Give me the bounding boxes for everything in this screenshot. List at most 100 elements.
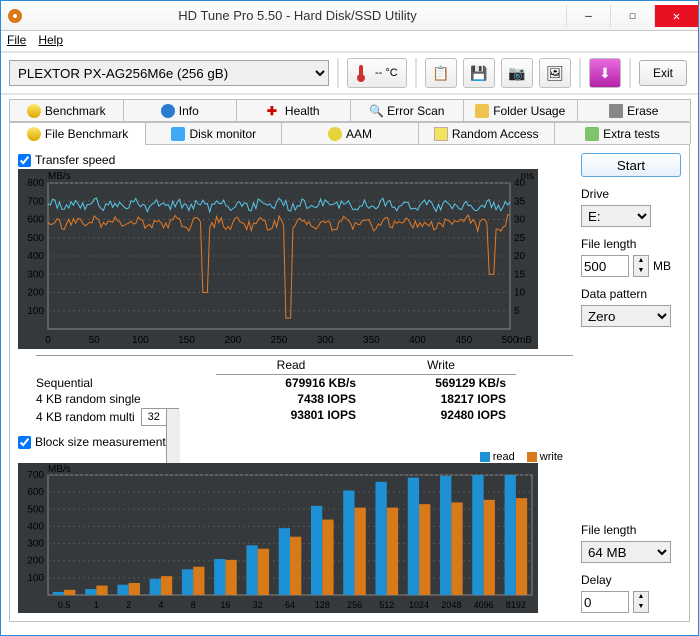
tab-file-benchmark[interactable]: File Benchmark bbox=[9, 122, 146, 144]
app-icon bbox=[7, 8, 23, 24]
svg-text:4: 4 bbox=[158, 600, 163, 610]
exit-button[interactable]: Exit bbox=[639, 60, 687, 86]
svg-text:500: 500 bbox=[27, 504, 44, 515]
tab-erase[interactable]: Erase bbox=[577, 99, 692, 121]
screenshot-button[interactable]: 📷 bbox=[501, 58, 533, 88]
multi-spinner[interactable]: ▲▼ bbox=[141, 408, 179, 426]
svg-text:0.5: 0.5 bbox=[58, 600, 71, 610]
results-row: Sequential679916 KB/s569129 KB/s bbox=[36, 375, 573, 391]
file-length2-label: File length bbox=[581, 523, 681, 537]
minimize-button[interactable] bbox=[566, 5, 610, 27]
maximize-button[interactable] bbox=[610, 5, 654, 27]
results-write-value: 18217 IOPS bbox=[366, 391, 516, 407]
drive-select[interactable]: E: bbox=[581, 205, 651, 227]
separator bbox=[629, 58, 631, 88]
tab-folder-usage[interactable]: Folder Usage bbox=[463, 99, 578, 121]
file-length-unit: MB bbox=[653, 259, 671, 273]
svg-text:450: 450 bbox=[455, 335, 472, 346]
svg-text:2048: 2048 bbox=[441, 600, 461, 610]
device-select[interactable]: PLEXTOR PX-AG256M6e (256 gB) bbox=[9, 60, 329, 86]
transfer-speed-chart: 1002003004005006007008005101520253035400… bbox=[18, 169, 573, 349]
file-length2-select[interactable]: 64 MB bbox=[581, 541, 671, 563]
svg-text:0: 0 bbox=[45, 335, 51, 346]
svg-text:400: 400 bbox=[27, 251, 44, 262]
menu-help[interactable]: Help bbox=[38, 33, 63, 49]
tab-disk-monitor[interactable]: Disk monitor bbox=[145, 122, 282, 144]
temperature-button[interactable]: -- °C bbox=[347, 58, 407, 88]
tab-content: Transfer speed 1002003004005006007008005… bbox=[9, 145, 690, 622]
options-button[interactable]: ⬇ bbox=[589, 58, 621, 88]
header-write: Write bbox=[366, 356, 516, 375]
svg-text:MB/s: MB/s bbox=[48, 464, 71, 475]
svg-text:400: 400 bbox=[409, 335, 426, 346]
close-button[interactable] bbox=[654, 5, 698, 27]
tabs-row-1: Benchmark Info ✚Health 🔍Error Scan Folde… bbox=[9, 99, 690, 122]
window-title: HD Tune Pro 5.50 - Hard Disk/SSD Utility bbox=[29, 8, 566, 23]
svg-text:512: 512 bbox=[379, 600, 394, 610]
svg-text:1: 1 bbox=[94, 600, 99, 610]
results-row: 4 KB random single7438 IOPS18217 IOPS bbox=[36, 391, 573, 407]
down-arrow-icon: ⬇ bbox=[599, 65, 611, 82]
separator bbox=[337, 58, 339, 88]
start-button[interactable]: Start bbox=[581, 153, 681, 177]
save-info-button[interactable]: 💾 bbox=[463, 58, 495, 88]
multi-value-input[interactable] bbox=[142, 409, 166, 425]
copy-info-button[interactable]: 📋 bbox=[425, 58, 457, 88]
svg-text:400: 400 bbox=[27, 521, 44, 532]
svg-text:128: 128 bbox=[315, 600, 330, 610]
svg-text:200: 200 bbox=[27, 556, 44, 567]
extra-icon bbox=[585, 127, 599, 141]
separator bbox=[579, 58, 581, 88]
tab-aam[interactable]: AAM bbox=[281, 122, 418, 144]
tab-extra-tests[interactable]: Extra tests bbox=[554, 122, 691, 144]
transfer-speed-check[interactable] bbox=[18, 154, 31, 167]
svg-text:5: 5 bbox=[514, 306, 520, 317]
tab-info[interactable]: Info bbox=[123, 99, 238, 121]
svg-text:100: 100 bbox=[27, 306, 44, 317]
plus-icon: ✚ bbox=[267, 104, 281, 118]
tab-error-scan[interactable]: 🔍Error Scan bbox=[350, 99, 465, 121]
svg-text:500: 500 bbox=[27, 233, 44, 244]
svg-text:600: 600 bbox=[27, 487, 44, 498]
results-table: Read Write Sequential679916 KB/s569129 K… bbox=[36, 355, 573, 427]
svg-text:32: 32 bbox=[253, 600, 263, 610]
svg-text:100: 100 bbox=[27, 573, 44, 584]
tab-random-access[interactable]: Random Access bbox=[418, 122, 555, 144]
copy-icon: 📋 bbox=[432, 65, 449, 82]
tab-benchmark[interactable]: Benchmark bbox=[9, 99, 124, 121]
bar-chart-legend: read write bbox=[18, 451, 573, 463]
file-length-spinner[interactable]: ▲▼ bbox=[633, 255, 649, 277]
block-size-check[interactable] bbox=[18, 436, 31, 449]
delay-input[interactable] bbox=[581, 591, 629, 613]
bulb-icon bbox=[27, 104, 41, 118]
svg-text:256: 256 bbox=[347, 600, 362, 610]
svg-text:350: 350 bbox=[363, 335, 380, 346]
thermometer-icon bbox=[356, 64, 366, 82]
svg-text:10: 10 bbox=[514, 288, 526, 299]
block-size-chart: 100200300400500600700MB/s0.5124816326412… bbox=[18, 463, 573, 613]
svg-text:50: 50 bbox=[89, 335, 101, 346]
side-panel: Start Drive E: File length ▲▼ MB Data pa… bbox=[581, 153, 681, 613]
svg-text:30: 30 bbox=[514, 215, 526, 226]
svg-text:200: 200 bbox=[27, 288, 44, 299]
legend-read-swatch bbox=[480, 452, 490, 462]
monitor-icon bbox=[171, 127, 185, 141]
delay-spinner[interactable]: ▲▼ bbox=[633, 591, 649, 613]
menu-file[interactable]: File bbox=[7, 33, 26, 49]
copy-screenshot-button[interactable]: 🖼 bbox=[539, 58, 571, 88]
tab-health[interactable]: ✚Health bbox=[236, 99, 351, 121]
svg-text:100: 100 bbox=[132, 335, 149, 346]
svg-text:8: 8 bbox=[191, 600, 196, 610]
block-size-checkbox[interactable]: Block size measurement bbox=[18, 435, 573, 449]
data-pattern-select[interactable]: Zero bbox=[581, 305, 671, 327]
menubar: File Help bbox=[1, 31, 698, 51]
svg-text:ms: ms bbox=[521, 171, 534, 182]
svg-text:64: 64 bbox=[285, 600, 295, 610]
speaker-icon bbox=[328, 127, 342, 141]
svg-text:300: 300 bbox=[317, 335, 334, 346]
titlebar: HD Tune Pro 5.50 - Hard Disk/SSD Utility bbox=[1, 1, 698, 31]
file-length-input[interactable] bbox=[581, 255, 629, 277]
transfer-speed-checkbox[interactable]: Transfer speed bbox=[18, 153, 573, 167]
results-row-label: 4 KB random single bbox=[36, 392, 141, 406]
trash-icon bbox=[609, 104, 623, 118]
